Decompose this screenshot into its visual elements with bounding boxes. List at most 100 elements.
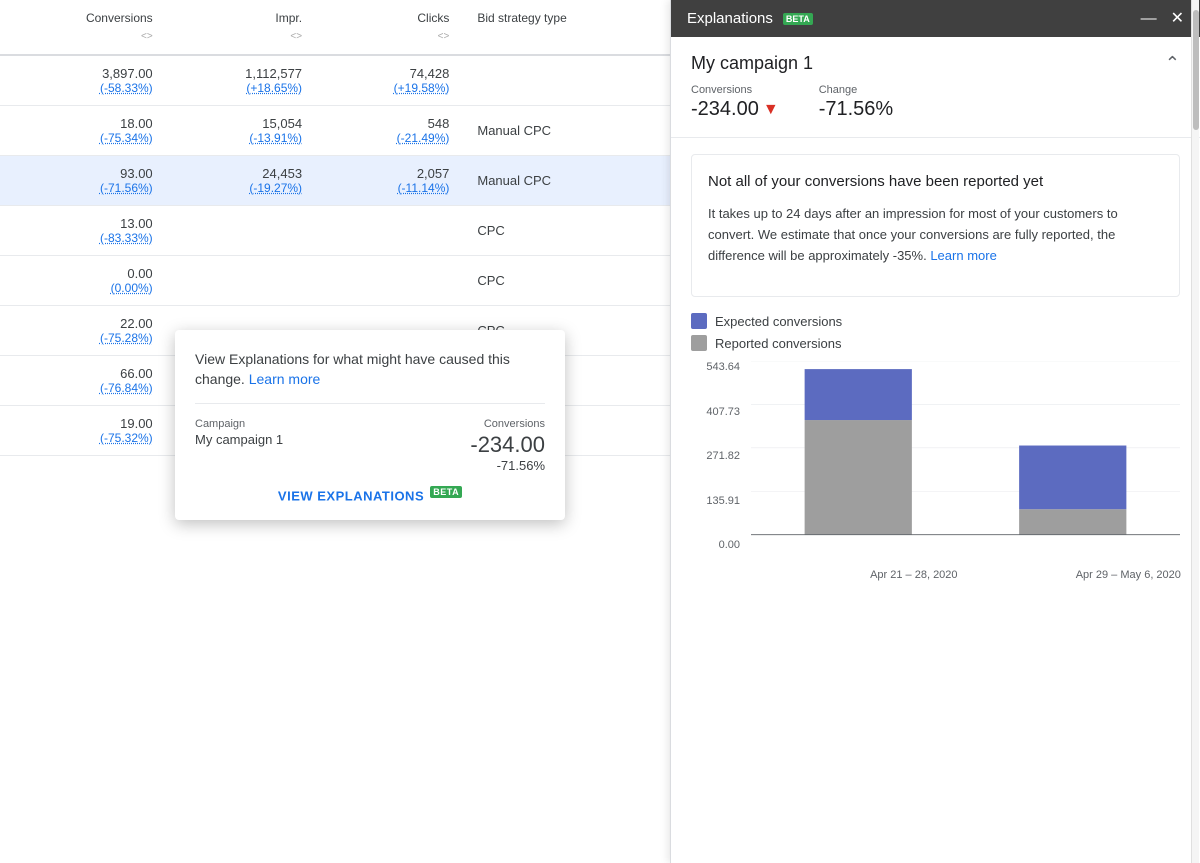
bar1-reported xyxy=(805,420,912,535)
conversions-cell: 22.00(-75.28%) xyxy=(0,305,167,355)
warning-text: It takes up to 24 days after an impressi… xyxy=(708,204,1163,266)
change-metric: Change -71.56% xyxy=(819,84,894,121)
panel-header: Explanations BETA — ✕ xyxy=(671,0,1200,37)
bar1-expected xyxy=(805,369,912,420)
y-label-2: 135.91 xyxy=(706,495,740,507)
warning-box: Not all of your conversions have been re… xyxy=(691,154,1180,297)
campaign-chevron-icon[interactable]: ⌃ xyxy=(1165,53,1180,74)
bar2-reported xyxy=(1019,510,1126,535)
panel-title: Explanations xyxy=(687,10,773,27)
change-metric-label: Change xyxy=(819,84,894,96)
explanations-panel: Explanations BETA — ✕ My campaign 1 ⌃ Co… xyxy=(670,0,1200,863)
legend-expected-label: Expected conversions xyxy=(715,314,842,329)
table-row: 18.00(-75.34%)15,054(-13.91%)548(-21.49%… xyxy=(0,105,670,155)
scrollbar-thumb[interactable] xyxy=(1193,10,1199,130)
panel-beta-badge: BETA xyxy=(783,13,813,25)
conv-metric-value: -234.00 ▼ xyxy=(691,98,779,121)
chart-svg xyxy=(751,361,1180,581)
bid-strategy-cell xyxy=(463,55,670,106)
legend-item-reported: Reported conversions xyxy=(691,335,1180,351)
table-header-row: Conversions <> Impr. <> Clicks <> Bid st… xyxy=(0,0,670,55)
legend-item-expected: Expected conversions xyxy=(691,313,1180,329)
conversions-cell: 18.00(-75.34%) xyxy=(0,105,167,155)
y-label-5: 543.64 xyxy=(706,361,740,373)
impr-header[interactable]: Impr. <> xyxy=(167,0,316,55)
clicks-cell: 74,428(+19.58%) xyxy=(316,55,463,106)
panel-header-left: Explanations BETA xyxy=(687,10,813,27)
campaign-metrics: Conversions -234.00 ▼ Change -71.56% xyxy=(691,84,1180,121)
impr-sort[interactable]: <> xyxy=(290,31,302,42)
legend-reported-label: Reported conversions xyxy=(715,336,841,351)
tooltip-content: Campaign My campaign 1 Conversions -234.… xyxy=(195,403,545,473)
y-label-1: 0.00 xyxy=(719,539,740,551)
tooltip-conversions-section: Conversions -234.00 -71.56% xyxy=(445,418,545,473)
bid-strategy-cell: Manual CPC xyxy=(463,105,670,155)
y-label-3: 271.82 xyxy=(706,450,740,462)
conv-down-arrow-icon: ▼ xyxy=(763,101,779,119)
tooltip-campaign-section: Campaign My campaign 1 xyxy=(195,418,425,473)
conversions-cell: 0.00(0.00%) xyxy=(0,255,167,305)
tooltip-beta-badge: BETA xyxy=(430,486,462,498)
x-label-2: Apr 29 – May 6, 2020 xyxy=(1076,569,1181,581)
warning-title: Not all of your conversions have been re… xyxy=(708,171,1163,192)
bar2-expected xyxy=(1019,446,1126,510)
conversions-sort[interactable]: <> xyxy=(141,31,153,42)
bid-strategy-header[interactable]: Bid strategy type xyxy=(463,0,670,55)
chart-container: 543.64 407.73 271.82 135.91 0.00 xyxy=(691,361,1180,581)
conversions-cell: 13.00(-83.33%) xyxy=(0,205,167,255)
table-row: 0.00(0.00%) CPC xyxy=(0,255,670,305)
conversions-cell: 66.00(-76.84%) xyxy=(0,355,167,405)
change-metric-value: -71.56% xyxy=(819,98,894,121)
chart-area: 543.64 407.73 271.82 135.91 0.00 xyxy=(671,361,1200,601)
table-row: 13.00(-83.33%) CPC xyxy=(0,205,670,255)
clicks-header[interactable]: Clicks <> xyxy=(316,0,463,55)
conversions-cell: 19.00(-75.32%) xyxy=(0,405,167,455)
expected-color-swatch xyxy=(691,313,707,329)
campaign-title: My campaign 1 xyxy=(691,53,813,74)
chart-legend: Expected conversions Reported conversion… xyxy=(671,313,1200,361)
impr-cell: 24,453(-19.27%) xyxy=(167,155,316,205)
tooltip-conv-pct: -71.56% xyxy=(445,458,545,473)
table-row: 3,897.00(-58.33%)1,112,577(+18.65%)74,42… xyxy=(0,55,670,106)
tooltip-conv-value: -234.00 xyxy=(445,432,545,458)
tooltip-learn-more-link[interactable]: Learn more xyxy=(249,371,321,387)
campaign-section: My campaign 1 ⌃ Conversions -234.00 ▼ Ch… xyxy=(671,37,1200,138)
tooltip-campaign-label: Campaign xyxy=(195,418,425,430)
impr-cell xyxy=(167,255,316,305)
panel-close-button[interactable]: ✕ xyxy=(1171,11,1184,27)
panel-minimize-button[interactable]: — xyxy=(1141,11,1157,27)
campaign-header: My campaign 1 ⌃ xyxy=(691,53,1180,74)
chart-y-labels: 543.64 407.73 271.82 135.91 0.00 xyxy=(691,361,746,551)
table-row: 93.00(-71.56%)24,453(-19.27%)2,057(-11.1… xyxy=(0,155,670,205)
chart-inner: Apr 21 – 28, 2020 Apr 29 – May 6, 2020 xyxy=(751,361,1180,581)
x-label-1: Apr 21 – 28, 2020 xyxy=(870,569,957,581)
clicks-cell xyxy=(316,255,463,305)
conversions-cell: 3,897.00(-58.33%) xyxy=(0,55,167,106)
warning-learn-more-link[interactable]: Learn more xyxy=(930,248,996,263)
impr-cell: 1,112,577(+18.65%) xyxy=(167,55,316,106)
panel-header-icons: — ✕ xyxy=(1141,11,1184,27)
bid-strategy-cell: CPC xyxy=(463,205,670,255)
impr-cell: 15,054(-13.91%) xyxy=(167,105,316,155)
y-label-4: 407.73 xyxy=(706,406,740,418)
clicks-sort[interactable]: <> xyxy=(438,31,450,42)
impr-cell xyxy=(167,205,316,255)
view-explanations-button[interactable]: VIEW EXPLANATIONS BETA xyxy=(278,487,462,503)
clicks-cell xyxy=(316,205,463,255)
reported-color-swatch xyxy=(691,335,707,351)
conversions-cell: 93.00(-71.56%) xyxy=(0,155,167,205)
chart-x-labels: Apr 21 – 28, 2020 Apr 29 – May 6, 2020 xyxy=(811,569,1200,581)
clicks-cell: 548(-21.49%) xyxy=(316,105,463,155)
conversions-header[interactable]: Conversions <> xyxy=(0,0,167,55)
bid-strategy-cell: CPC xyxy=(463,255,670,305)
right-scrollbar[interactable] xyxy=(1191,0,1199,863)
clicks-cell: 2,057(-11.14%) xyxy=(316,155,463,205)
tooltip-popup: View Explanations for what might have ca… xyxy=(175,330,565,520)
tooltip-title: View Explanations for what might have ca… xyxy=(195,350,545,389)
conv-metric-label: Conversions xyxy=(691,84,779,96)
bid-strategy-cell: Manual CPC xyxy=(463,155,670,205)
tooltip-conv-label: Conversions xyxy=(445,418,545,430)
conversions-metric: Conversions -234.00 ▼ xyxy=(691,84,779,121)
tooltip-campaign-name: My campaign 1 xyxy=(195,432,425,447)
tooltip-footer: VIEW EXPLANATIONS BETA xyxy=(195,487,545,505)
